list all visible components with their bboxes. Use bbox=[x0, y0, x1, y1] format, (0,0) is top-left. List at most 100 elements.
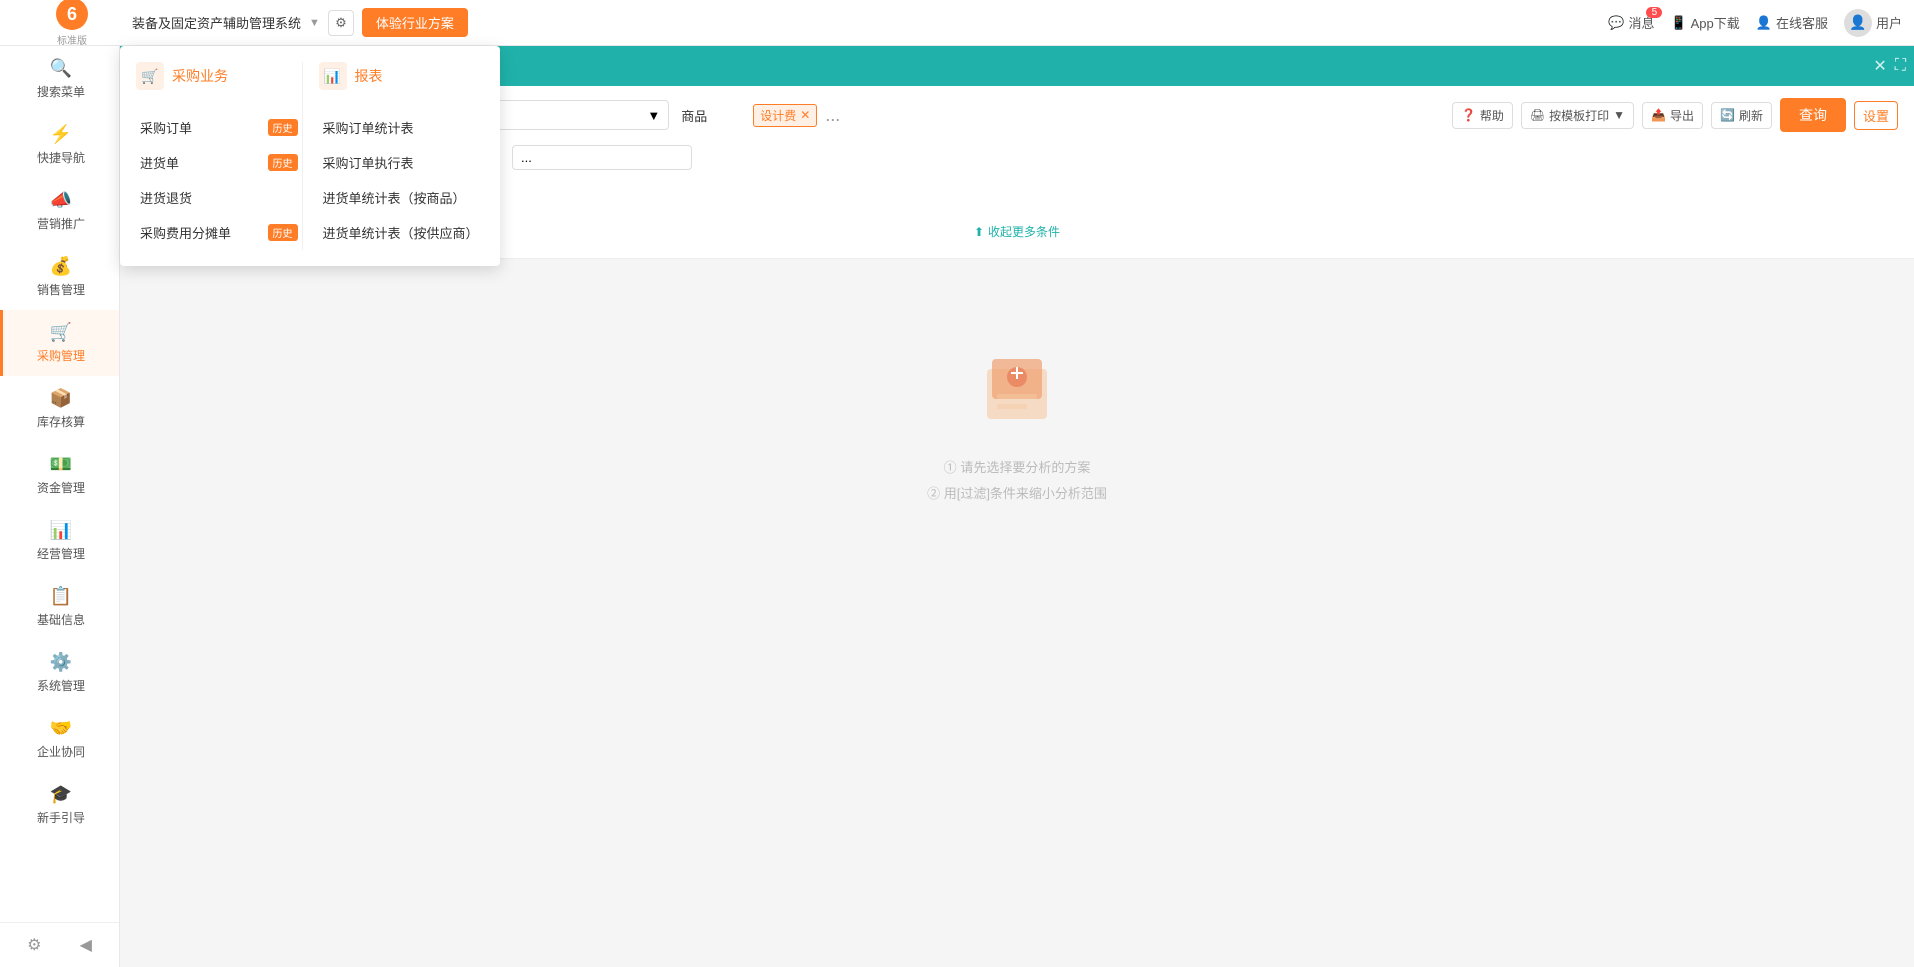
print-label: 按模板打印 bbox=[1549, 107, 1609, 124]
reports-col: 📊 报表 采购订单统计表 采购订单执行表 进货单统计表（按商品） 进货单统计表（… bbox=[302, 62, 485, 250]
export-label: 导出 bbox=[1670, 107, 1694, 124]
sales-icon: 💰 bbox=[50, 256, 72, 277]
stock-in-item[interactable]: 进货单 历史 bbox=[136, 145, 302, 180]
goods-tag-close[interactable]: ✕ bbox=[800, 108, 810, 122]
search-icon: 🔍 bbox=[50, 58, 72, 79]
tab-close-window-icon[interactable]: ✕ bbox=[1873, 56, 1886, 76]
purchase-business-icon: 🛒 bbox=[136, 62, 164, 90]
industry-solution-button[interactable]: 体验行业方案 bbox=[362, 8, 468, 37]
sidebar-label-search: 搜索菜单 bbox=[37, 83, 85, 100]
print-dropdown-arrow: ▼ bbox=[1613, 108, 1625, 122]
sidebar-label-basicinfo: 基础信息 bbox=[37, 611, 85, 628]
app-download-label: App下载 bbox=[1691, 13, 1740, 32]
gear-button[interactable]: ⚙ bbox=[328, 10, 354, 36]
sidebar-item-search-menu[interactable]: 🔍 搜索菜单 bbox=[0, 46, 119, 112]
sidebar-item-inventory[interactable]: 📦 库存核算 bbox=[0, 376, 119, 442]
notification-button[interactable]: 💬 消息 5 bbox=[1608, 13, 1654, 32]
tab-bar-right: ✕ ⛶ bbox=[1873, 46, 1906, 86]
online-service-button[interactable]: 👤 在线客服 bbox=[1756, 13, 1828, 32]
logo-icon: 6 bbox=[56, 0, 88, 30]
refresh-label: 刷新 bbox=[1739, 107, 1763, 124]
sidebar-footer: ⚙ ◀ bbox=[0, 922, 119, 967]
query-button[interactable]: 查询 bbox=[1780, 98, 1846, 132]
sidebar-item-basic-info[interactable]: 📋 基础信息 bbox=[0, 574, 119, 640]
top-header: 6 标准版 装备及固定资产辅助管理系统 ▼ ⚙ 体验行业方案 💬 消息 5 📱 … bbox=[0, 0, 1914, 46]
purchase-order-label: 采购订单 bbox=[140, 118, 192, 137]
sidebar-label-finance: 资金管理 bbox=[37, 479, 85, 496]
sidebar-item-enterprise[interactable]: 🤝 企业协同 bbox=[0, 706, 119, 772]
sidebar-item-newbie[interactable]: 🎓 新手引导 bbox=[0, 772, 119, 838]
phone-icon: 📱 bbox=[1670, 15, 1686, 31]
print-button[interactable]: 🖨 按模板打印 ▼ bbox=[1521, 102, 1634, 129]
empty-hint-2-text: 用[过滤]条件来缩小分析范围 bbox=[944, 486, 1107, 501]
lightning-icon: ⚡ bbox=[50, 124, 72, 145]
stock-stats-goods-label: 进货单统计表（按商品） bbox=[323, 188, 466, 207]
purchase-business-title: 采购业务 bbox=[172, 66, 228, 86]
sidebar-label-system: 系统管理 bbox=[37, 677, 85, 694]
stock-return-item[interactable]: 进货退货 bbox=[136, 180, 302, 215]
system-dropdown-arrow[interactable]: ▼ bbox=[309, 17, 320, 29]
sidebar-item-purchase[interactable]: 🛒 采购管理 bbox=[0, 310, 119, 376]
collapse-sidebar-button[interactable]: ◀ bbox=[80, 935, 92, 955]
collapse-label: 收起更多条件 bbox=[988, 223, 1060, 240]
stock-stats-supplier-item[interactable]: 进货单统计表（按供应商） bbox=[319, 215, 485, 250]
purchase-expense-item[interactable]: 采购费用分摊单 历史 bbox=[136, 215, 302, 250]
print-icon: 🖨 bbox=[1530, 108, 1545, 122]
goods-label: 商品 bbox=[681, 106, 741, 125]
settings-footer-button[interactable]: ⚙ bbox=[27, 935, 41, 955]
empty-hint-2-icon: ② bbox=[927, 486, 940, 501]
sidebar-label-sales: 销售管理 bbox=[37, 281, 85, 298]
export-button[interactable]: 📤 导出 bbox=[1642, 102, 1703, 129]
app-download-button[interactable]: 📱 App下载 bbox=[1670, 13, 1739, 32]
goods-tag: 设计费 ✕ bbox=[753, 104, 817, 127]
sidebar-item-marketing[interactable]: 📣 营销推广 bbox=[0, 178, 119, 244]
newbie-icon: 🎓 bbox=[50, 784, 72, 805]
stock-stats-goods-item[interactable]: 进货单统计表（按商品） bbox=[319, 180, 485, 215]
sidebar: 🔍 搜索菜单 ⚡ 快捷导航 📣 营销推广 💰 销售管理 🛒 采购管理 📦 库存核… bbox=[0, 46, 120, 967]
sidebar-label-marketing: 营销推广 bbox=[37, 215, 85, 232]
main-layout: 🔍 搜索菜单 ⚡ 快捷导航 📣 营销推广 💰 销售管理 🛒 采购管理 📦 库存核… bbox=[0, 46, 1914, 967]
sidebar-label-inventory: 库存核算 bbox=[37, 413, 85, 430]
avatar: 👤 bbox=[1844, 9, 1872, 37]
settings-button[interactable]: 设置 bbox=[1854, 101, 1898, 130]
tab-expand-icon[interactable]: ⛶ bbox=[1895, 57, 1906, 75]
user-label: 用户 bbox=[1876, 13, 1902, 32]
empty-hint-1-text: 请先选择要分析的方案 bbox=[960, 460, 1090, 475]
refresh-button[interactable]: 🔄 刷新 bbox=[1711, 102, 1772, 129]
system-title: 装备及固定资产辅助管理系统 bbox=[132, 13, 301, 32]
purchase-order-stats-label: 采购订单统计表 bbox=[323, 118, 414, 137]
salesman-filter[interactable]: ... bbox=[512, 145, 692, 170]
purchase-order-stats-item[interactable]: 采购订单统计表 bbox=[319, 110, 485, 145]
sidebar-item-system[interactable]: ⚙️ 系统管理 bbox=[0, 640, 119, 706]
reports-header: 📊 报表 bbox=[319, 62, 485, 98]
salesman-dots: ... bbox=[521, 150, 532, 165]
sidebar-item-quick-nav[interactable]: ⚡ 快捷导航 bbox=[0, 112, 119, 178]
sidebar-item-sales[interactable]: 💰 销售管理 bbox=[0, 244, 119, 310]
goods-more-button[interactable]: ... bbox=[821, 105, 844, 126]
sidebar-item-finance[interactable]: 💵 资金管理 bbox=[0, 442, 119, 508]
empty-hint-1: ① 请先选择要分析的方案 bbox=[944, 455, 1091, 481]
help-icon: ❓ bbox=[1461, 108, 1476, 122]
stock-in-hist: 历史 bbox=[268, 154, 298, 171]
finance-icon: 💵 bbox=[50, 454, 72, 475]
notification-badge: 5 bbox=[1646, 7, 1662, 18]
enterprise-icon: 🤝 bbox=[50, 718, 72, 739]
header-right: 💬 消息 5 📱 App下载 👤 在线客服 👤 用户 bbox=[1608, 9, 1902, 37]
purchase-order-exec-item[interactable]: 采购订单执行表 bbox=[319, 145, 485, 180]
purchase-order-hist: 历史 bbox=[268, 119, 298, 136]
collapse-icon: ⬆ bbox=[974, 225, 984, 239]
system-icon: ⚙️ bbox=[50, 652, 72, 673]
sidebar-label-purchase: 采购管理 bbox=[37, 347, 85, 364]
service-icon: 👤 bbox=[1756, 15, 1772, 31]
purchase-business-header: 🛒 采购业务 bbox=[136, 62, 302, 98]
purchase-order-item[interactable]: 采购订单 历史 bbox=[136, 110, 302, 145]
help-button[interactable]: ❓ 帮助 bbox=[1452, 102, 1513, 129]
stock-stats-supplier-label: 进货单统计表（按供应商） bbox=[323, 223, 479, 242]
sidebar-label-operations: 经营管理 bbox=[37, 545, 85, 562]
stock-return-label: 进货退货 bbox=[140, 188, 192, 207]
sidebar-item-operations[interactable]: 📊 经营管理 bbox=[0, 508, 119, 574]
logo-subtitle: 标准版 bbox=[57, 32, 87, 47]
purchase-business-col: 🛒 采购业务 采购订单 历史 进货单 历史 进货退货 采购费用分摊单 历史 bbox=[136, 62, 302, 250]
empty-hint-2: ② 用[过滤]条件来缩小分析范围 bbox=[927, 481, 1107, 507]
user-profile-button[interactable]: 👤 用户 bbox=[1844, 9, 1902, 37]
